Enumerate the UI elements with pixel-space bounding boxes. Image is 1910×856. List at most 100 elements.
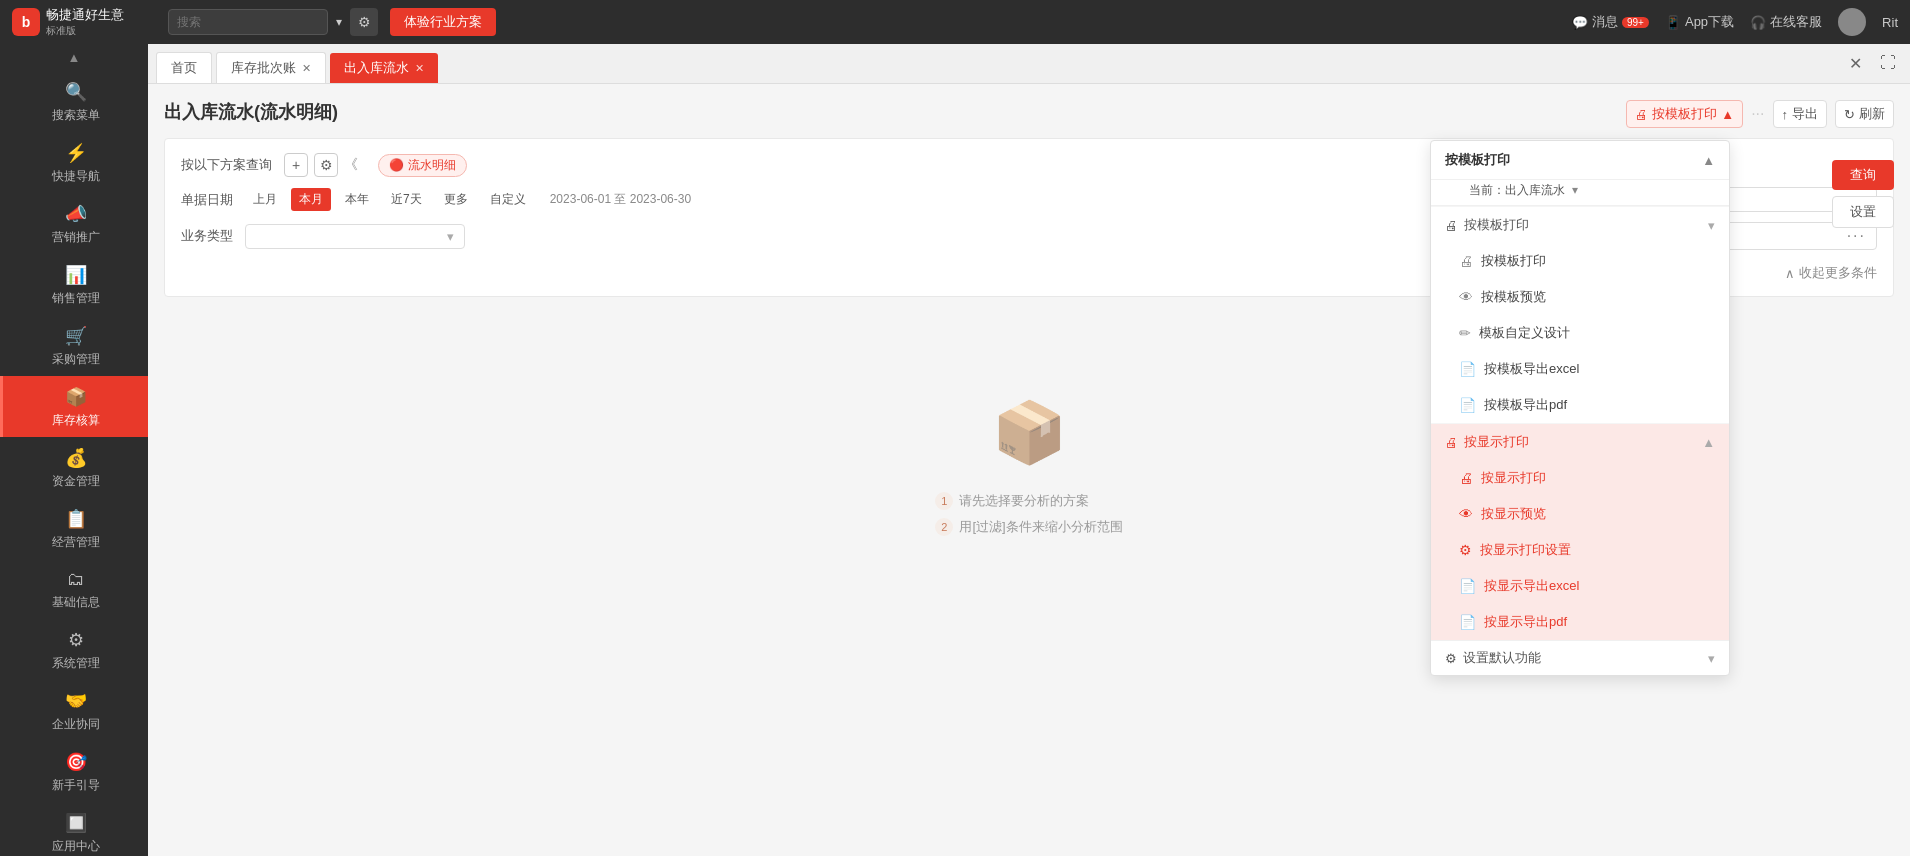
dropdown-item-display-export-pdf[interactable]: 📄 按显示导出pdf: [1431, 604, 1729, 640]
tab-close-all[interactable]: ✕: [1843, 52, 1868, 75]
template-export-pdf-icon: 📄: [1459, 397, 1476, 413]
tab-label: 库存批次账: [231, 59, 296, 77]
trial-button[interactable]: 体验行业方案: [390, 8, 496, 36]
search-dropdown-chevron[interactable]: ▾: [336, 15, 342, 29]
date-btn-自定义[interactable]: 自定义: [482, 188, 534, 211]
date-btn-更多[interactable]: 更多: [436, 188, 476, 211]
message-item[interactable]: 💬 消息 99+: [1572, 13, 1649, 31]
tab-batch-account[interactable]: 库存批次账 ✕: [216, 52, 326, 83]
app-download-item[interactable]: 📱 App下载: [1665, 13, 1734, 31]
dropdown-collapse-arrow[interactable]: ▲: [1702, 153, 1715, 168]
dropdown-item-display-print[interactable]: 🖨按显示打印: [1431, 460, 1729, 496]
tab-close-icon[interactable]: ✕: [302, 62, 311, 75]
sidebar-item-purchase[interactable]: 🛒采购管理: [0, 315, 148, 376]
sidebar-item-label: 新手引导: [52, 777, 100, 794]
date-btn-近7天[interactable]: 近7天: [383, 188, 430, 211]
tab-expand[interactable]: ⛶: [1874, 52, 1902, 75]
refresh-button[interactable]: ↻ 刷新: [1835, 100, 1894, 128]
query-button[interactable]: 查询: [1832, 160, 1894, 190]
dropdown-item-label: 按显示打印设置: [1480, 541, 1571, 559]
sidebar-item-inventory[interactable]: 📦库存核算: [0, 376, 148, 437]
export-button[interactable]: ↑ 导出: [1773, 100, 1828, 128]
dropdown-item-display-print-settings[interactable]: ⚙按显示打印设置: [1431, 532, 1729, 568]
app-header: b 畅捷通好生意 标准版 ▾ ⚙ 体验行业方案 💬 消息 99+ 📱 App下载…: [0, 0, 1910, 44]
search-input[interactable]: [168, 9, 328, 35]
sidebar-item-search[interactable]: 🔍搜索菜单: [0, 71, 148, 132]
dropdown-item-label: 按模板打印: [1481, 252, 1546, 270]
dropdown-section-header-display-print-section[interactable]: 🖨按显示打印▲: [1431, 423, 1729, 460]
page-content: 出入库流水(流水明细) 🖨 按模板打印 ▲ ··· ↑ 导出 ↻ 刷新: [148, 84, 1910, 856]
tab-label: 出入库流水: [344, 59, 409, 77]
display-export-excel-icon: 📄: [1459, 578, 1476, 594]
header-right: 💬 消息 99+ 📱 App下载 🎧 在线客服 Rit: [1572, 8, 1898, 36]
template-print-button[interactable]: 🖨 按模板打印 ▲: [1626, 100, 1743, 128]
business-type-select[interactable]: ▾: [245, 224, 465, 249]
date-range: 2023-06-01 至 2023-06-30: [550, 191, 691, 208]
sidebar-item-guide[interactable]: 🎯 新手引导: [0, 741, 148, 802]
dropdown-item-template-custom[interactable]: ✏模板自定义设计: [1431, 315, 1729, 351]
sidebar-item-label: 应用中心: [52, 838, 100, 855]
app-download-label: App下载: [1685, 13, 1734, 31]
avatar[interactable]: [1838, 8, 1866, 36]
gear-icon[interactable]: ⚙: [350, 8, 378, 36]
sidebar-item-app-center[interactable]: 🔲应用中心: [0, 802, 148, 856]
current-template-label: 当前：出入库流水 ▾: [1431, 180, 1729, 206]
settings-button[interactable]: 设置: [1832, 196, 1894, 228]
dropdown-item-label: 按模板导出pdf: [1484, 396, 1567, 414]
display-export-pdf-icon: 📄: [1459, 614, 1476, 630]
sidebar-item-marketing[interactable]: 📣营销推广: [0, 193, 148, 254]
sidebar-item-sales[interactable]: 📊销售管理: [0, 254, 148, 315]
business-type-label: 业务类型: [181, 227, 233, 245]
filter-tag-water[interactable]: 🔴 流水明细: [378, 154, 467, 177]
app-body: ▲ 🔍搜索菜单⚡快捷导航📣营销推广📊销售管理🛒采购管理📦库存核算💰资金管理📋经营…: [0, 44, 1910, 856]
refresh-icon: ↻: [1844, 107, 1855, 122]
dropdown-item-template-export-excel[interactable]: 📄按模板导出excel: [1431, 351, 1729, 387]
date-label: 单据日期: [181, 191, 233, 209]
collapse-more-button[interactable]: ∧ 收起更多条件: [1785, 264, 1877, 282]
dropdown-item-label: 按显示打印: [1481, 469, 1546, 487]
sidebar-item-label: 快捷导航: [52, 168, 100, 185]
filter-add-button[interactable]: +: [284, 153, 308, 177]
date-filter: 上月本月本年近7天更多自定义: [245, 188, 534, 211]
template-custom-icon: ✏: [1459, 325, 1471, 341]
empty-illustration: 📦: [979, 382, 1079, 482]
set-default-item[interactable]: ⚙ 设置默认功能 ▾: [1431, 640, 1729, 675]
toolbar: 🖨 按模板打印 ▲ ··· ↑ 导出 ↻ 刷新: [1626, 100, 1894, 128]
date-btn-本年[interactable]: 本年: [337, 188, 377, 211]
tip-number: 2: [935, 518, 953, 536]
date-btn-上月[interactable]: 上月: [245, 188, 285, 211]
dropdown-item-template-preview[interactable]: 👁按模板预览: [1431, 279, 1729, 315]
dropdown-header: 按模板打印 ▲: [1431, 141, 1729, 180]
filter-set-button[interactable]: ⚙: [314, 153, 338, 177]
dropdown-section-header-template-print-section[interactable]: 🖨按模板打印▾: [1431, 206, 1729, 243]
dropdown-item-label: 按显示导出pdf: [1484, 613, 1567, 631]
tab-home[interactable]: 首页: [156, 52, 212, 83]
dropdown-item-label: 按显示预览: [1481, 505, 1546, 523]
system-icon: ⚙: [68, 629, 84, 651]
sidebar-item-label: 资金管理: [52, 473, 100, 490]
sidebar-item-system[interactable]: ⚙系统管理: [0, 619, 148, 680]
sidebar-item-cooperation[interactable]: 🤝企业协同: [0, 680, 148, 741]
dropdown-item-display-export-excel[interactable]: 📄 按显示导出excel: [1431, 568, 1729, 604]
online-service-item[interactable]: 🎧 在线客服: [1750, 13, 1822, 31]
tag-icon: 🔴: [389, 158, 404, 172]
sidebar-scroll-up[interactable]: ▲: [0, 44, 148, 71]
message-icon: 💬: [1572, 15, 1588, 30]
dropdown-item-label: 按显示导出excel: [1484, 577, 1579, 595]
filter-collapse-button[interactable]: 《: [344, 156, 358, 174]
tab-flow-detail[interactable]: 出入库流水 ✕: [330, 53, 438, 83]
tab-close-icon[interactable]: ✕: [415, 62, 424, 75]
sidebar-item-basic[interactable]: 🗂基础信息: [0, 559, 148, 619]
template-export-excel-icon: 📄: [1459, 361, 1476, 377]
filter-scheme-label: 按以下方案查询: [181, 156, 272, 174]
sidebar-item-finance[interactable]: 💰资金管理: [0, 437, 148, 498]
dropdown-item-display-preview[interactable]: 👁按显示预览: [1431, 496, 1729, 532]
date-btn-本月[interactable]: 本月: [291, 188, 331, 211]
sidebar-item-label: 营销推广: [52, 229, 100, 246]
filter-actions: + ⚙ 《: [284, 153, 358, 177]
sidebar-item-operations[interactable]: 📋经营管理: [0, 498, 148, 559]
dropdown-item-template-export-pdf[interactable]: 📄 按模板导出pdf: [1431, 387, 1729, 423]
sidebar-item-quick-nav[interactable]: ⚡快捷导航: [0, 132, 148, 193]
dropdown-item-template-print[interactable]: 🖨按模板打印: [1431, 243, 1729, 279]
guide-icon: 🎯: [65, 751, 87, 773]
